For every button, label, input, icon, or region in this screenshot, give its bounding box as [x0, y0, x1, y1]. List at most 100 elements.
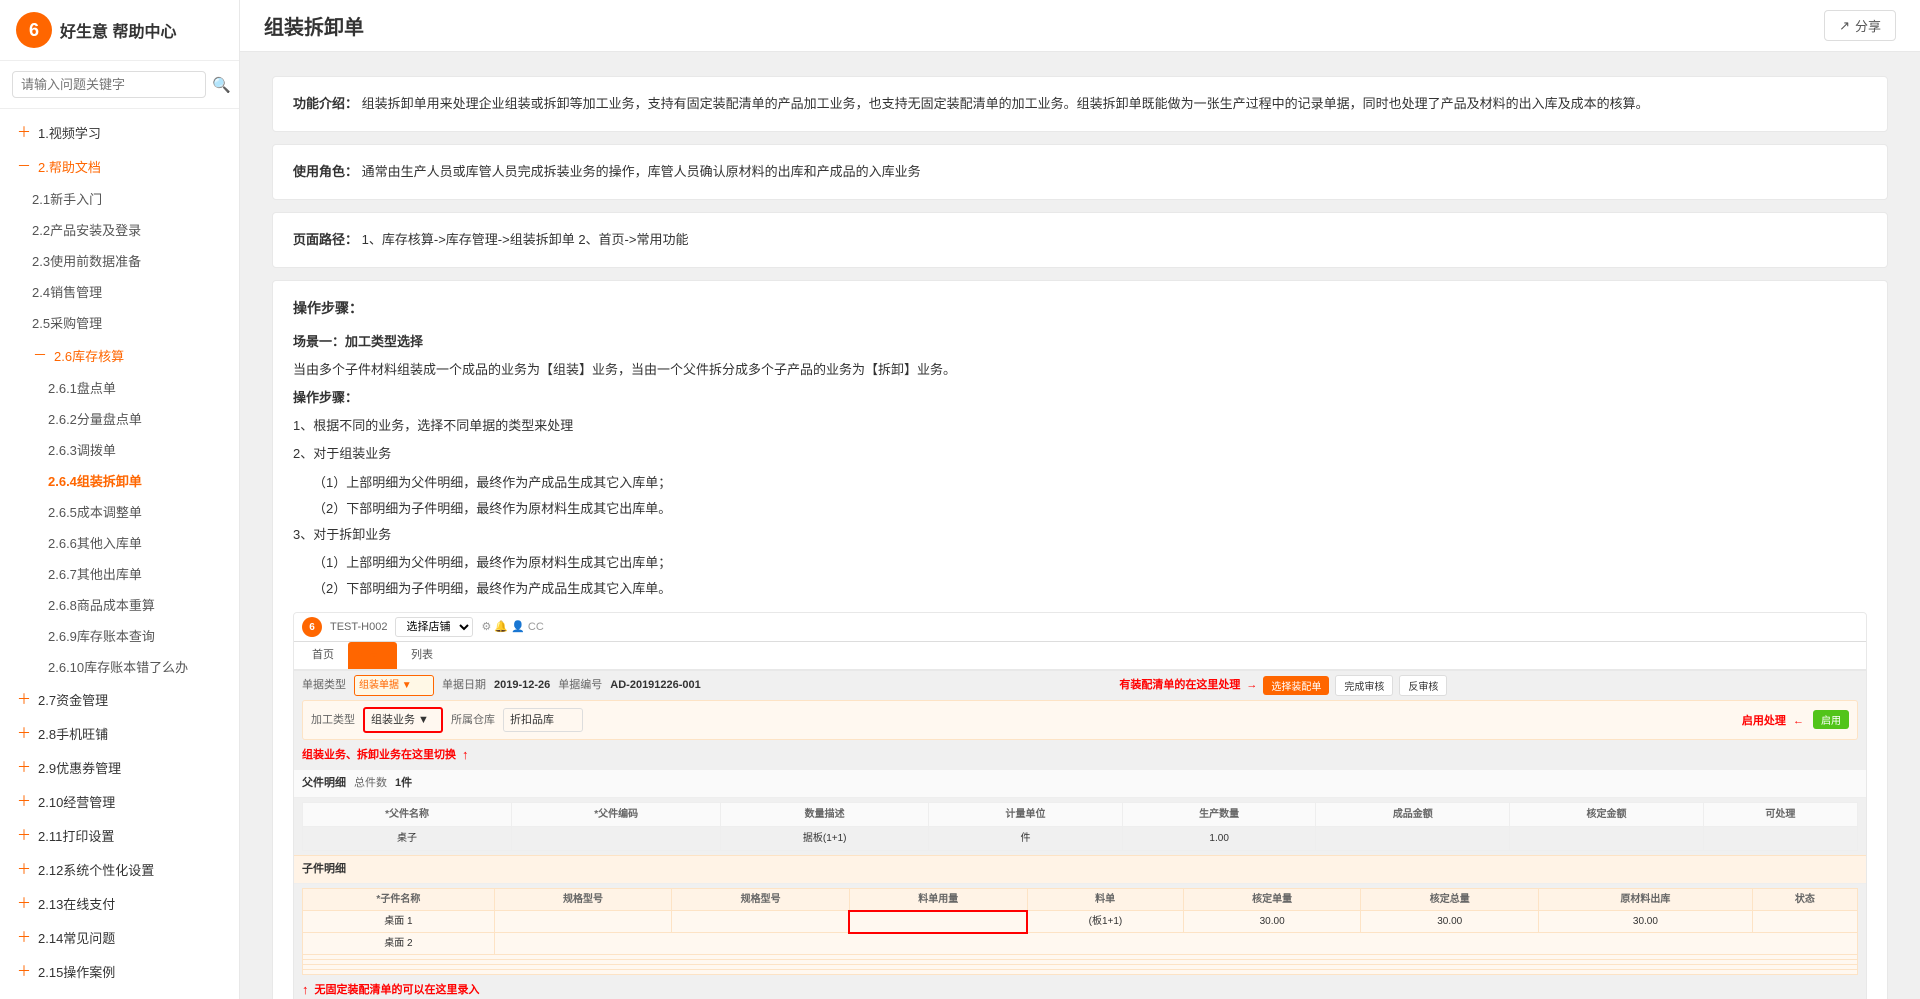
mock-parent-unit: 件	[929, 827, 1123, 851]
sidebar-item-transfer[interactable]: 2.6.3调拨单	[0, 434, 239, 465]
step2-sub1: （1）上部明细为父件明细，最终作为产成品生成其它入库单；	[313, 472, 1867, 494]
mock-th-bom: 料单	[1027, 888, 1183, 911]
sidebar-item-personalize[interactable]: ＋ 2.12系统个性化设置	[0, 852, 239, 886]
mock-child-section: 子件明细	[294, 855, 1866, 884]
search-bar[interactable]: 🔍	[0, 61, 239, 109]
arrow-left-icon: ←	[1793, 715, 1804, 727]
mock-th-approved-total: 核定总量	[1361, 888, 1539, 911]
sidebar-item-faq[interactable]: ＋ 2.14常见问题	[0, 920, 239, 954]
mock-tab-home[interactable]: 首页	[302, 642, 344, 669]
path-card: 页面路径： 1、库存核算->库存管理->组装拆卸单 2、首页->常用功能	[272, 212, 1888, 268]
mock-parent-prod-qty: 1.00	[1122, 827, 1316, 851]
annotation-middle-area: 组装业务、拆卸业务在这里切换 ↑	[294, 740, 1866, 770]
plus-icon-cases: ＋	[16, 961, 32, 981]
operations-label: 操作步骤：	[293, 297, 1867, 321]
mock-th-parent-name: *父件名称	[303, 803, 512, 827]
mock-select-shop[interactable]: 选择店铺	[395, 617, 473, 637]
sidebar-item-video[interactable]: ＋ 1.视频学习	[0, 115, 239, 149]
sidebar-item-assemble[interactable]: 2.6.4组装拆卸单	[0, 465, 239, 496]
main-area: 组装拆卸单 ↗ 分享 功能介绍： 组装拆卸单用来处理企业组装或拆卸等加工业务，支…	[240, 0, 1920, 999]
mock-order-val: AD-20191226-001	[610, 676, 701, 695]
mock-child-bom-qty-1	[849, 911, 1027, 933]
mock-doc-type-label: 单据类型	[302, 676, 346, 695]
sidebar-item-data-prep[interactable]: 2.3使用前数据准备	[0, 245, 239, 276]
path-label: 页面路径：	[293, 232, 358, 247]
mock-btn-enable[interactable]: 启用	[1813, 710, 1849, 729]
mock-app-bar: 6 TEST-H002 选择店铺 ⚙ 🔔 👤 CC	[294, 613, 1866, 642]
mock-tab-new[interactable]: 新增单	[348, 642, 397, 669]
mock-child-raw-out-1: 30.00	[1539, 911, 1753, 933]
sidebar-item-cost-reset[interactable]: 2.6.8商品成本重算	[0, 589, 239, 620]
plus-icon-pers: ＋	[16, 859, 32, 879]
search-icon[interactable]: 🔍	[212, 76, 231, 94]
mock-child-table-wrapper: *子件名称 规格型号 规格型号 料单用量 料单 核定单量 核定总量 原材料出库 …	[294, 884, 1866, 999]
mock-th-prod-qty: 生产数量	[1122, 803, 1316, 827]
step2-sub2: （2）下部明细为子件明细，最终作为原材料生成其它出库单。	[313, 498, 1867, 520]
mock-order-label: 单据编号	[558, 676, 602, 695]
sidebar-item-ledger[interactable]: 2.6.9库存账本查询	[0, 620, 239, 651]
mock-child-name-2: 桌面 2	[303, 933, 495, 955]
sidebar-item-operation[interactable]: ＋ 2.10经营管理	[0, 784, 239, 818]
sidebar-item-split-count[interactable]: 2.6.2分量盘点单	[0, 403, 239, 434]
plus-icon-print: ＋	[16, 825, 32, 845]
mock-total-val: 1件	[395, 774, 412, 793]
mock-th-approved-unit: 核定单量	[1183, 888, 1361, 911]
mock-th-product-amt: 成品金额	[1316, 803, 1510, 827]
mock-btn-cancel-review[interactable]: 反审核	[1399, 675, 1447, 696]
mock-parent-approved-amt	[1510, 827, 1704, 851]
sidebar-item-docs[interactable]: － 2.帮助文档	[0, 149, 239, 183]
mock-process-val[interactable]: 组装业务 ▼	[363, 707, 443, 734]
plus-icon-op: ＋	[16, 791, 32, 811]
sidebar-item-finance[interactable]: ＋ 2.7资金管理	[0, 682, 239, 716]
sidebar-item-count[interactable]: 2.6.1盘点单	[0, 372, 239, 403]
mock-btn-select-bom[interactable]: 选择装配单	[1263, 676, 1329, 695]
sidebar-item-cost-adj[interactable]: 2.6.5成本调整单	[0, 496, 239, 527]
logo-icon: 6	[16, 12, 52, 48]
mock-warehouse-val[interactable]: 折扣品库	[503, 708, 583, 733]
step2: 2、对于组装业务	[293, 443, 1867, 465]
mock-tab-list[interactable]: 列表	[401, 642, 443, 669]
path-text: 1、库存核算->库存管理->组装拆卸单 2、首页->常用功能	[362, 232, 689, 247]
mock-th-bom-qty: 料单用量	[849, 888, 1027, 911]
search-input[interactable]	[12, 71, 206, 98]
mock-child-row-2: 桌面 2	[303, 933, 1858, 955]
mock-nav-icons: ⚙ 🔔 👤 CC	[481, 618, 543, 637]
sidebar-item-sales[interactable]: 2.4销售管理	[0, 276, 239, 307]
mock-th-processable: 可处理	[1703, 803, 1857, 827]
mock-th-unit: 计量单位	[929, 803, 1123, 827]
plus-icon-faq: ＋	[16, 927, 32, 947]
step1: 1、根据不同的业务，选择不同单据的类型来处理	[293, 415, 1867, 437]
step3: 3、对于拆卸业务	[293, 524, 1867, 546]
arrow-bottom-icon: ↑	[302, 979, 309, 999]
mock-btn-confirm[interactable]: 完成审核	[1335, 675, 1393, 696]
page-title: 组装拆卸单	[264, 11, 364, 40]
mock-child-approved-unit-1: 30.00	[1183, 911, 1361, 933]
sidebar-item-inventory[interactable]: － 2.6库存核算	[0, 338, 239, 372]
mock-doc-type-val[interactable]: 组装单据 ▼	[354, 675, 434, 696]
mock-parent-table-wrapper: *父件名称 *父件编码 数量描述 计量单位 生产数量 成品金额 核定金额 可处理	[294, 798, 1866, 855]
sidebar-item-purchase[interactable]: 2.5采购管理	[0, 307, 239, 338]
mock-child-table: *子件名称 规格型号 规格型号 料单用量 料单 核定单量 核定总量 原材料出库 …	[302, 888, 1858, 976]
sidebar-item-cases[interactable]: ＋ 2.15操作案例	[0, 954, 239, 988]
sidebar-item-online-pay[interactable]: ＋ 2.13在线支付	[0, 886, 239, 920]
step3-sub1: （1）上部明细为父件明细，最终作为原材料生成其它出库单；	[313, 552, 1867, 574]
sidebar-item-print[interactable]: ＋ 2.11打印设置	[0, 818, 239, 852]
sidebar-item-install[interactable]: 2.2产品安装及登录	[0, 214, 239, 245]
minus-icon: －	[16, 156, 32, 176]
mock-th-approved-amt: 核定金额	[1510, 803, 1704, 827]
minus-icon-inventory: －	[32, 345, 48, 365]
sidebar-item-mobile[interactable]: ＋ 2.8手机旺铺	[0, 716, 239, 750]
mock-th-status: 状态	[1752, 888, 1857, 911]
mock-parent-label: 父件明细	[302, 774, 346, 793]
mock-child-spec2-1	[672, 911, 850, 933]
topbar: 组装拆卸单 ↗ 分享	[240, 0, 1920, 52]
share-button[interactable]: ↗ 分享	[1824, 10, 1896, 41]
sidebar-item-ledger-err[interactable]: 2.6.10库存账本错了么办	[0, 651, 239, 682]
sidebar-item-coupon[interactable]: ＋ 2.9优惠券管理	[0, 750, 239, 784]
sidebar-item-other-out[interactable]: 2.6.7其他出库单	[0, 558, 239, 589]
sidebar-item-other-in[interactable]: 2.6.6其他入库单	[0, 527, 239, 558]
mock-child-spec1-1	[494, 911, 672, 933]
mock-parent-processable	[1703, 827, 1857, 851]
sidebar-item-newbie[interactable]: 2.1新手入门	[0, 183, 239, 214]
annotation-enable-text: 启用处理	[1742, 715, 1786, 727]
